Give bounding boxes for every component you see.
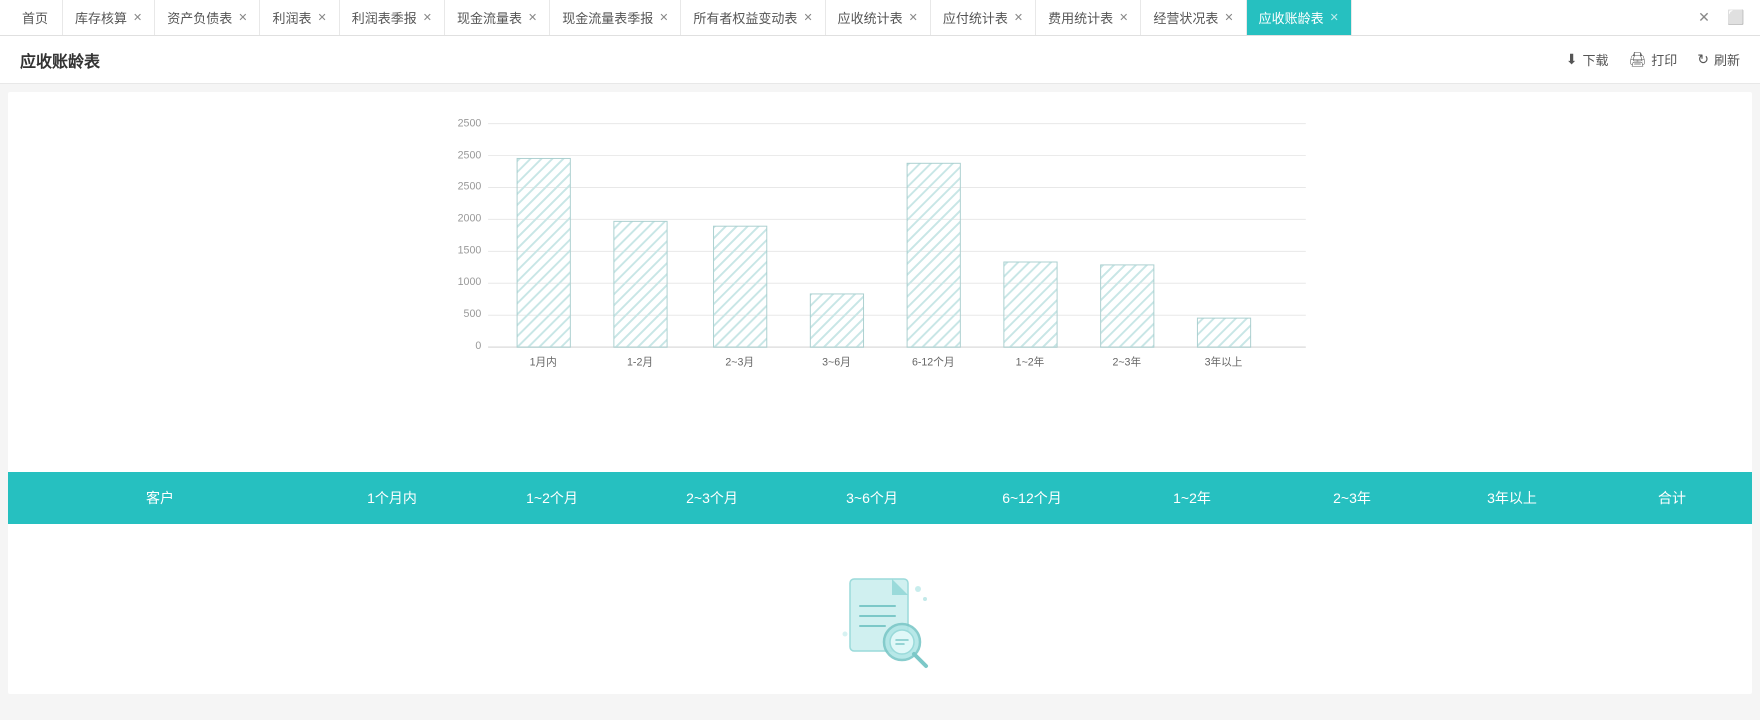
th-1-2months: 1~2个月 [472, 488, 632, 508]
bar-chart: 2500 2500 2500 2000 1500 1000 500 0 [430, 112, 1330, 412]
tab-inventory-label: 库存核算 [75, 8, 127, 27]
empty-state [8, 524, 1752, 694]
svg-text:1月内: 1月内 [530, 356, 557, 369]
tab-bar: 首页 库存核算 ✕ 资产负债表 ✕ 利润表 ✕ 利润表季报 ✕ 现金流量表 ✕ … [0, 0, 1760, 36]
tab-operations-label: 经营状况表 [1153, 8, 1218, 27]
tab-ar-aging[interactable]: 应收账龄表 ✕ [1247, 0, 1352, 36]
th-total: 合计 [1592, 488, 1752, 508]
tab-profit-loss-label: 利润表 [272, 8, 311, 27]
tab-window-controls: ✕ ⬜ [1692, 6, 1752, 30]
download-label: 下载 [1582, 50, 1608, 69]
tab-payable-stats[interactable]: 应付统计表 ✕ [931, 0, 1036, 36]
tab-receivable-stats-label: 应收统计表 [838, 8, 903, 27]
print-button[interactable]: 🖨 打印 [1628, 50, 1677, 69]
window-maximize-button[interactable]: ⬜ [1724, 6, 1748, 30]
svg-text:2500: 2500 [458, 118, 482, 130]
tab-payable-stats-label: 应付统计表 [943, 8, 1008, 27]
main-content: 2500 2500 2500 2000 1500 1000 500 0 [8, 92, 1752, 694]
tab-equity-label: 所有者权益变动表 [693, 8, 797, 27]
tab-operations-close[interactable]: ✕ [1224, 11, 1233, 24]
th-2-3years: 2~3年 [1272, 488, 1432, 508]
tab-inventory[interactable]: 库存核算 ✕ [63, 0, 155, 36]
header-actions: ⬇ 下载 🖨 打印 ↻ 刷新 [1566, 50, 1740, 69]
svg-text:2500: 2500 [458, 149, 482, 161]
tab-operations[interactable]: 经营状况表 ✕ [1141, 0, 1246, 36]
refresh-button[interactable]: ↻ 刷新 [1697, 50, 1740, 69]
tab-profit-quarter-close[interactable]: ✕ [423, 11, 432, 24]
tab-inventory-close[interactable]: ✕ [133, 11, 142, 24]
svg-text:1~2年: 1~2年 [1016, 356, 1045, 369]
print-icon: 🖨 [1628, 51, 1646, 68]
th-1-2years: 1~2年 [1112, 488, 1272, 508]
tab-cash-flow-quarter-label: 现金流量表季报 [562, 8, 653, 27]
tab-profit-loss-close[interactable]: ✕ [318, 11, 327, 24]
svg-text:1-2月: 1-2月 [627, 357, 653, 369]
svg-text:1500: 1500 [458, 244, 482, 256]
tab-balance-sheet-close[interactable]: ✕ [238, 11, 247, 24]
th-customer: 客户 [8, 488, 312, 508]
svg-text:3~6月: 3~6月 [822, 357, 851, 369]
tab-expense-stats[interactable]: 费用统计表 ✕ [1036, 0, 1141, 36]
tab-receivable-stats[interactable]: 应收统计表 ✕ [826, 0, 931, 36]
th-2-3months: 2~3个月 [632, 488, 792, 508]
tab-balance-sheet-label: 资产负债表 [167, 8, 232, 27]
download-icon: ⬇ [1566, 51, 1578, 68]
svg-text:6-12个月: 6-12个月 [912, 357, 955, 369]
page-title: 应收账龄表 [20, 48, 100, 72]
tab-expense-stats-label: 费用统计表 [1048, 8, 1113, 27]
page-header: 应收账龄表 ⬇ 下载 🖨 打印 ↻ 刷新 [0, 36, 1760, 84]
tab-ar-aging-label: 应收账龄表 [1259, 8, 1324, 27]
chart-area: 2500 2500 2500 2000 1500 1000 500 0 [8, 92, 1752, 472]
table-header: 客户 1个月内 1~2个月 2~3个月 3~6个月 6~12个月 1~2年 2~… [8, 472, 1752, 524]
th-3-6months: 3~6个月 [792, 488, 952, 508]
tab-equity[interactable]: 所有者权益变动表 ✕ [681, 0, 825, 36]
empty-icon [830, 564, 930, 664]
tab-cash-flow-label: 现金流量表 [457, 8, 522, 27]
window-close-button[interactable]: ✕ [1692, 6, 1716, 30]
empty-illustration [830, 564, 940, 674]
tab-receivable-stats-close[interactable]: ✕ [909, 11, 918, 24]
svg-text:2500: 2500 [458, 180, 482, 192]
svg-text:500: 500 [464, 308, 482, 320]
download-button[interactable]: ⬇ 下载 [1566, 50, 1609, 69]
svg-text:3年以上: 3年以上 [1205, 356, 1243, 369]
th-6-12months: 6~12个月 [952, 488, 1112, 508]
tab-payable-stats-close[interactable]: ✕ [1014, 11, 1023, 24]
tab-ar-aging-close[interactable]: ✕ [1330, 11, 1339, 24]
print-label: 打印 [1651, 50, 1677, 69]
th-3plus-years: 3年以上 [1432, 488, 1592, 508]
tab-cash-flow-quarter[interactable]: 现金流量表季报 ✕ [550, 0, 681, 36]
svg-text:2000: 2000 [458, 212, 482, 224]
svg-text:2~3月: 2~3月 [725, 357, 754, 369]
tab-home[interactable]: 首页 [8, 0, 63, 36]
refresh-icon: ↻ [1697, 51, 1709, 68]
tab-equity-close[interactable]: ✕ [803, 11, 812, 24]
home-tab-label: 首页 [22, 8, 48, 27]
tab-profit-quarter[interactable]: 利润表季报 ✕ [340, 0, 445, 36]
tab-cash-flow-quarter-close[interactable]: ✕ [659, 11, 668, 24]
tab-profit-loss[interactable]: 利润表 ✕ [260, 0, 339, 36]
refresh-label: 刷新 [1714, 50, 1740, 69]
tab-cash-flow-close[interactable]: ✕ [528, 11, 537, 24]
tab-profit-quarter-label: 利润表季报 [352, 8, 417, 27]
svg-text:2~3年: 2~3年 [1112, 356, 1141, 369]
svg-text:1000: 1000 [458, 276, 482, 288]
svg-text:0: 0 [475, 340, 481, 352]
tab-expense-stats-close[interactable]: ✕ [1119, 11, 1128, 24]
tab-balance-sheet[interactable]: 资产负债表 ✕ [155, 0, 260, 36]
th-1month: 1个月内 [312, 488, 472, 508]
tab-cash-flow[interactable]: 现金流量表 ✕ [445, 0, 550, 36]
